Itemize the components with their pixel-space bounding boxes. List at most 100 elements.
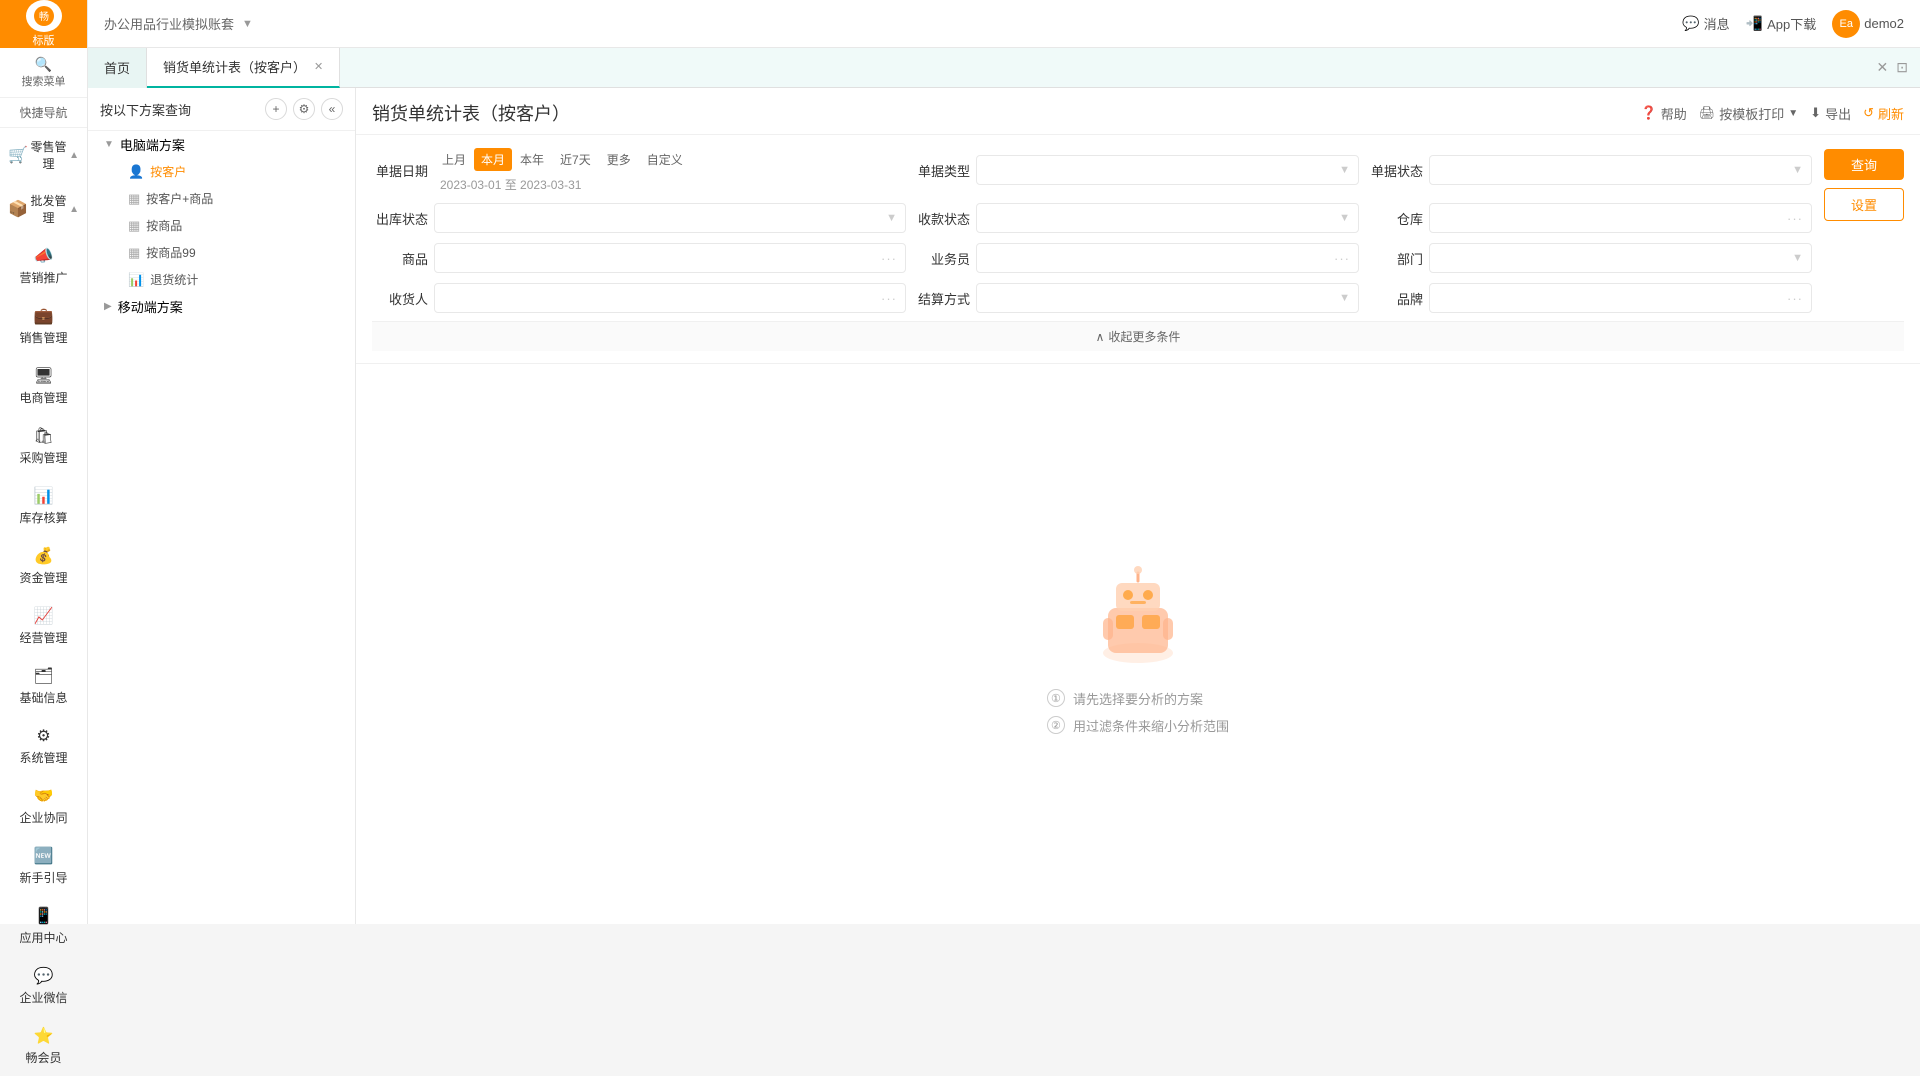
- goods-dots: ···: [881, 251, 897, 266]
- system-icon: ⚙: [36, 726, 50, 746]
- scheme-by-goods99[interactable]: ▦ 按商品99: [116, 239, 355, 266]
- filter-receipt-status: 收款状态 ▼: [914, 203, 1359, 233]
- goods99-scheme-icon: ▦: [128, 245, 140, 261]
- receipt-status-select[interactable]: ▼: [976, 203, 1359, 233]
- date-btn-this-month[interactable]: 本月: [474, 148, 512, 171]
- close-window-icon[interactable]: ✕: [1877, 59, 1889, 76]
- hint-num-2: ②: [1047, 716, 1065, 734]
- top-header: 办公用品行业模拟账套 ▼ 💬 消息 📲 App下载 Ea demo2: [88, 0, 1920, 48]
- date-btn-7days[interactable]: 近7天: [552, 147, 599, 172]
- date-btn-this-year[interactable]: 本年: [512, 147, 552, 172]
- tree-node-pc[interactable]: ▼ 电脑端方案: [88, 131, 355, 158]
- hint-text-1: 请先选择要分析的方案: [1073, 689, 1203, 708]
- brand-select[interactable]: ···: [1429, 283, 1812, 313]
- payment-select[interactable]: ▼: [976, 283, 1359, 313]
- header-right: 💬 消息 📲 App下载 Ea demo2: [1682, 10, 1904, 38]
- sidebar-item-enterprise[interactable]: 🤝 企业协同: [0, 776, 87, 836]
- sidebar-item-retail[interactable]: 🛒 零售管理 ▲: [0, 128, 87, 182]
- brand-dots: ···: [1787, 291, 1803, 306]
- sidebar-item-newguide[interactable]: 🆕 新手引导: [0, 836, 87, 896]
- tab-sales-stat[interactable]: 销货单统计表（按客户） ✕: [147, 48, 340, 88]
- page-title: 销货单统计表（按客户）: [372, 100, 570, 126]
- purchase-icon: 🛍: [33, 426, 53, 446]
- settings-scheme-btn[interactable]: ⚙: [293, 98, 315, 120]
- app-download-btn[interactable]: 📲 App下载: [1746, 14, 1817, 33]
- sidebar-item-wholesale[interactable]: 📦 批发管理 ▲: [0, 182, 87, 236]
- collapse-panel-btn[interactable]: «: [321, 98, 343, 120]
- finance-icon: 💰: [34, 546, 54, 566]
- sidebar-item-member[interactable]: ⭐ 畅会员: [0, 1016, 87, 1076]
- out-status-select[interactable]: ▼: [434, 203, 906, 233]
- user-menu[interactable]: Ea demo2: [1832, 10, 1904, 38]
- dropdown-arrow[interactable]: ▼: [242, 18, 253, 30]
- sidebar-item-stock[interactable]: 📊 库存核算: [0, 476, 87, 536]
- sidebar-item-system[interactable]: ⚙ 系统管理: [0, 716, 87, 776]
- refresh-icon: ↺: [1863, 105, 1874, 121]
- pc-group-arrow: ▼: [104, 139, 114, 150]
- out-status-chevron: ▼: [886, 212, 897, 224]
- goods-select[interactable]: ···: [434, 243, 906, 273]
- receipt-status-chevron: ▼: [1339, 212, 1350, 224]
- tab-close-btn[interactable]: ✕: [314, 60, 323, 73]
- print-btn[interactable]: 🖨 按模板打印 ▼: [1699, 104, 1798, 123]
- quick-nav[interactable]: 快捷导航: [0, 98, 87, 128]
- sidebar-item-corpwechat[interactable]: 💬 企业微信: [0, 956, 87, 1016]
- sidebar-item-business[interactable]: 📈 经营管理: [0, 596, 87, 656]
- filter-grid: 单据日期 上月 本月 本年 近7天 更多 自定义: [372, 147, 1812, 313]
- help-icon: ❓: [1641, 105, 1657, 121]
- business-icon: 📈: [34, 606, 54, 626]
- date-btn-last-month[interactable]: 上月: [434, 147, 474, 172]
- filter-row-1: 单据日期 上月 本月 本年 近7天 更多 自定义: [372, 147, 1812, 193]
- page-title-bar: 销货单统计表（按客户） ❓ 帮助 🖨 按模板打印 ▼ ⬇ 导出: [356, 88, 1920, 135]
- add-scheme-btn[interactable]: +: [265, 98, 287, 120]
- receiver-label: 收货人: [372, 289, 428, 308]
- doc-status-select[interactable]: ▼: [1429, 155, 1812, 185]
- filter-department: 部门 ▼: [1367, 243, 1812, 273]
- department-label: 部门: [1367, 249, 1423, 268]
- message-btn[interactable]: 💬 消息: [1682, 14, 1729, 33]
- sidebar-item-finance[interactable]: 💰 资金管理: [0, 536, 87, 596]
- settings-btn[interactable]: 设置: [1824, 188, 1904, 221]
- print-icon: 🖨: [1699, 105, 1716, 121]
- date-label: 单据日期: [372, 161, 428, 180]
- maximize-window-icon[interactable]: ⊡: [1896, 59, 1908, 76]
- member-icon: ⭐: [34, 1026, 54, 1046]
- scheme-by-customer-goods-label: 按客户+商品: [146, 190, 213, 207]
- refresh-btn[interactable]: ↺ 刷新: [1863, 104, 1904, 123]
- scheme-by-customer[interactable]: 👤 按客户: [116, 158, 355, 185]
- salesperson-select[interactable]: ···: [976, 243, 1359, 273]
- filter-warehouse: 仓库 ···: [1367, 203, 1812, 233]
- pc-group-label: 电脑端方案: [120, 135, 185, 154]
- doc-status-chevron: ▼: [1792, 164, 1803, 176]
- search-menu[interactable]: 🔍 搜索菜单: [0, 48, 87, 98]
- scheme-by-goods[interactable]: ▦ 按商品: [116, 212, 355, 239]
- sidebar-item-ecommerce[interactable]: 🖥 电商管理: [0, 356, 87, 416]
- scheme-by-customer-goods[interactable]: ▦ 按客户+商品: [116, 185, 355, 212]
- query-btn[interactable]: 查询: [1824, 149, 1904, 180]
- filter-brand: 品牌 ···: [1367, 283, 1812, 313]
- tree-node-mobile[interactable]: ▶ 移动端方案: [88, 293, 355, 320]
- appcenter-icon: 📱: [34, 906, 54, 926]
- department-select[interactable]: ▼: [1429, 243, 1812, 273]
- export-btn[interactable]: ⬇ 导出: [1810, 104, 1851, 123]
- scheme-by-customer-label: 按客户: [150, 163, 186, 180]
- warehouse-select[interactable]: ···: [1429, 203, 1812, 233]
- mobile-group-label: 移动端方案: [118, 297, 183, 316]
- right-panel: 销货单统计表（按客户） ❓ 帮助 🖨 按模板打印 ▼ ⬇ 导出: [356, 88, 1920, 924]
- sidebar-item-basic[interactable]: 🗂 基础信息: [0, 656, 87, 716]
- brand-label: 品牌: [1367, 289, 1423, 308]
- collapse-bar[interactable]: ∧ 收起更多条件: [372, 321, 1904, 351]
- scheme-return-stat[interactable]: 📊 退货统计: [116, 266, 355, 293]
- sidebar-item-purchase[interactable]: 🛍 采购管理: [0, 416, 87, 476]
- sidebar-item-appcenter[interactable]: 📱 应用中心: [0, 896, 87, 956]
- doc-type-select[interactable]: ▼: [976, 155, 1359, 185]
- newguide-icon: 🆕: [34, 846, 54, 866]
- sidebar-item-marketing[interactable]: 📣 营销推广: [0, 236, 87, 296]
- help-btn[interactable]: ❓ 帮助: [1641, 104, 1687, 123]
- sidebar-item-sales[interactable]: 💼 销售管理: [0, 296, 87, 356]
- tab-home[interactable]: 首页: [88, 48, 147, 88]
- date-btn-custom[interactable]: 自定义: [639, 147, 691, 172]
- filter-salesperson: 业务员 ···: [914, 243, 1359, 273]
- receiver-select[interactable]: ···: [434, 283, 906, 313]
- date-btn-more[interactable]: 更多: [599, 147, 639, 172]
